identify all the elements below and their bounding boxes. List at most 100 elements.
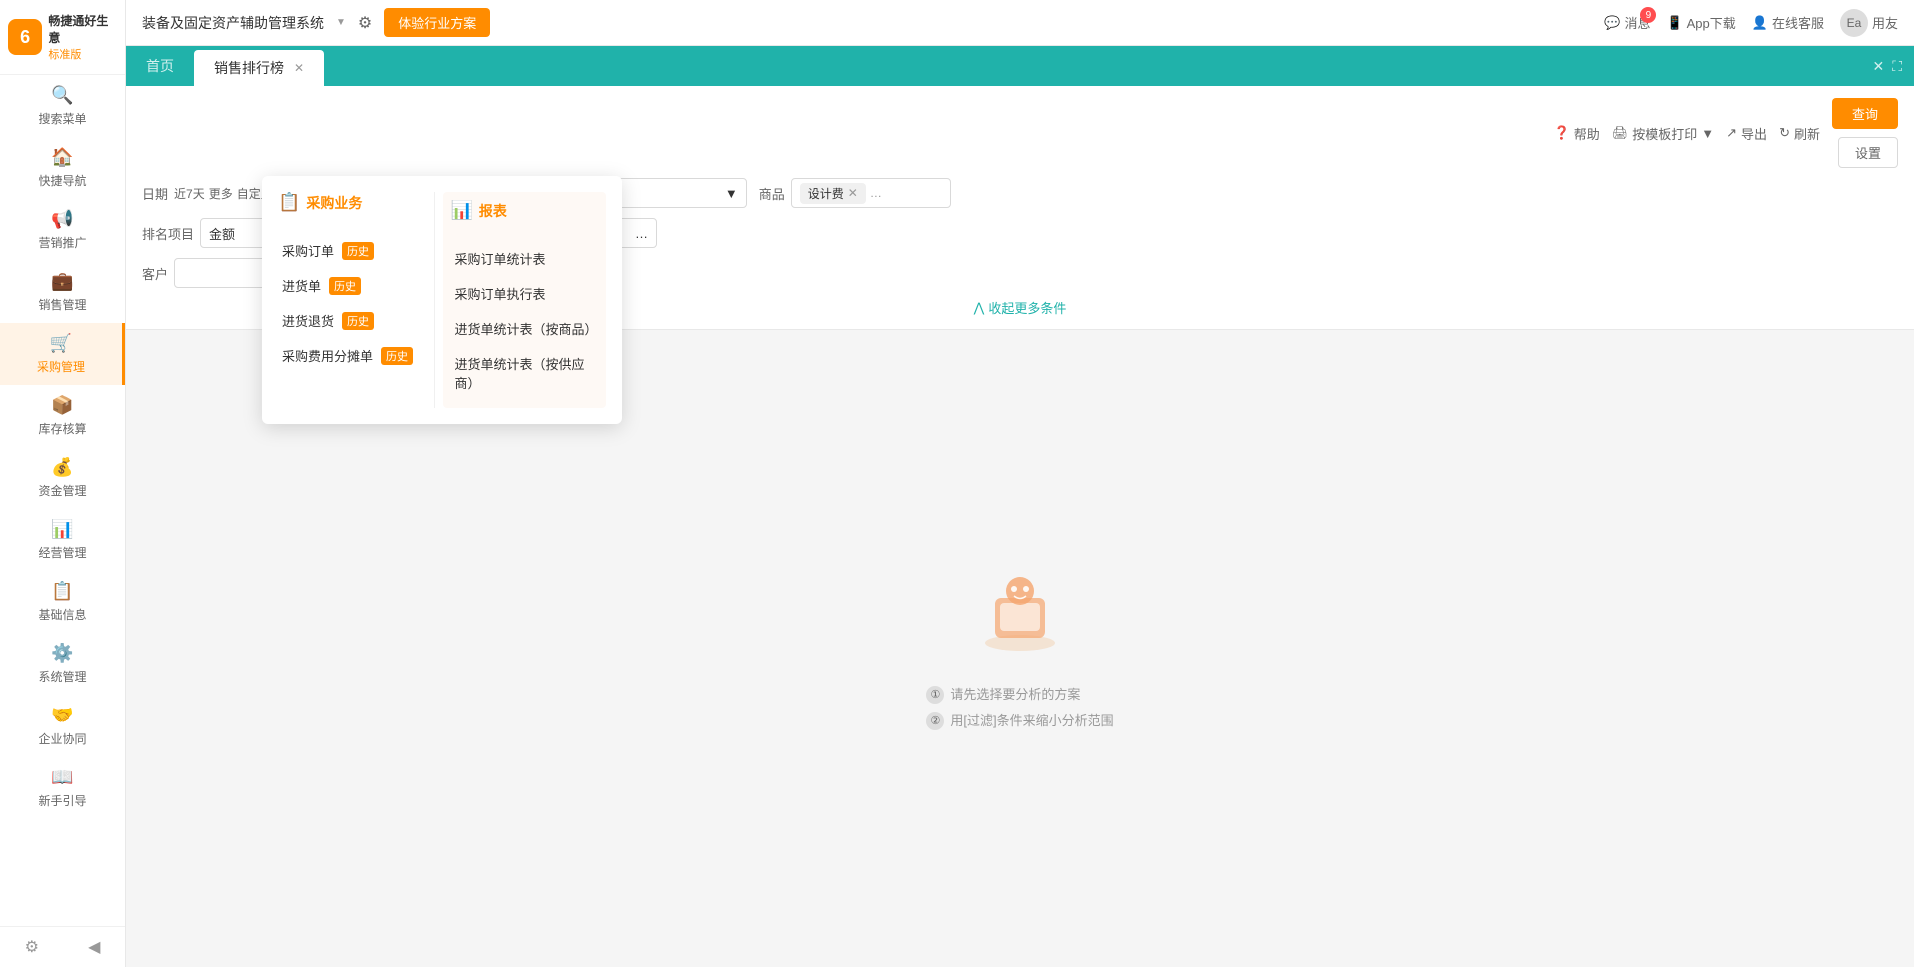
tab-close-icon[interactable]: ✕ [294,61,304,75]
phone-icon: 📱 [1666,15,1682,31]
logo-subtitle: 标准版 [48,46,117,62]
tab-maximize-area: ✕ ⛶ [1872,58,1914,75]
system-title: 装备及固定资产辅助管理系统 [142,13,324,33]
print-dropdown-icon: ▼ [1701,126,1714,141]
column-divider [434,192,435,408]
goods-more-icon: … [870,186,882,200]
user-action[interactable]: Ea 用友 [1840,9,1898,37]
close-window-icon[interactable]: ✕ [1872,58,1884,75]
report-col-icon: 📊 [451,200,473,221]
topbar-actions: 💬 消息 9 📱 App下载 👤 在线客服 Ea 用友 [1604,9,1898,37]
empty-state: ① 请先选择要分析的方案 ② 用[过滤]条件来缩小分析范围 [126,330,1914,967]
print-btn[interactable]: 🖨 按模板打印 ▼ [1612,98,1714,168]
home-icon: 🏠 [51,147,73,168]
sidebar-item-operation[interactable]: 📊 经营管理 [0,509,125,571]
sidebar-label-beginner: 新手引导 [38,792,86,809]
app-download-action[interactable]: 📱 App下载 [1666,13,1735,32]
rank-value: 金额 [209,224,235,243]
app-download-label: App下载 [1687,13,1736,32]
sidebar-label-inventory: 库存核算 [38,420,86,437]
print-icon: 🖨 [1612,125,1629,141]
dropdown-item-purchase-order-exec[interactable]: 采购订单执行表 [451,276,599,311]
refresh-icon: ↻ [1779,125,1790,141]
beginner-icon: 📖 [51,767,73,788]
dropdown-arrow-icon: ▼ [336,17,346,28]
topbar: 装备及固定资产辅助管理系统 ▼ ⚙ 体验行业方案 💬 消息 9 📱 App下载 … [126,0,1914,46]
export-btn[interactable]: ↗ 导出 [1726,98,1767,168]
help-btn[interactable]: ❓ 帮助 [1554,98,1600,168]
sidebar-item-cooperation[interactable]: 🤝 企业协同 [0,695,125,757]
message-badge: 9 [1640,7,1656,23]
empty-step-2: ② 用[过滤]条件来缩小分析范围 [926,708,1113,734]
sidebar-item-sales[interactable]: 💼 销售管理 [0,261,125,323]
sidebar-item-marketing[interactable]: 📢 营销推广 [0,199,125,261]
dropdown-item-receipt-stat-supplier[interactable]: 进货单统计表（按供应商） [451,346,599,400]
sidebar-item-system[interactable]: ⚙️ 系统管理 [0,633,125,695]
logo-area: 6 畅捷通好生意 标准版 [0,0,125,75]
user-label: 用友 [1872,13,1898,32]
history-badge-2: 历史 [342,312,374,330]
tab-sales-rank-label: 销售排行榜 [214,58,284,78]
online-service-action[interactable]: 👤 在线客服 [1752,13,1824,32]
query-button[interactable]: 查询 [1832,98,1898,129]
report-column: 📊 报表 采购订单统计表 采购订单执行表 进货单统计表（按商品） [443,192,607,408]
dropdown-columns: 📋 采购业务 采购订单 历史 进货单 历史 进货退货 [278,192,606,408]
dropdown-item-receipt-stat-goods[interactable]: 进货单统计表（按商品） [451,311,599,346]
date-quick-more[interactable]: 更多 [209,185,233,202]
bill-status-arrow: ▼ [725,186,738,201]
online-service-label: 在线客服 [1772,13,1824,32]
sales-icon: 💼 [51,271,73,292]
sidebar-item-basic-info[interactable]: 📋 基础信息 [0,571,125,633]
maximize-icon[interactable]: ⛶ [1892,58,1902,75]
refresh-btn[interactable]: ↻ 刷新 [1779,98,1820,168]
message-action[interactable]: 💬 消息 9 [1604,13,1650,32]
logo-icon: 6 [8,19,42,55]
sidebar-label-system: 系统管理 [38,668,86,685]
dropdown-item-purchase-order[interactable]: 采购订单 历史 [278,233,426,268]
help-icon: ❓ [1554,125,1570,141]
sidebar-settings-btn[interactable]: ⚙ [25,937,39,957]
cooperation-icon: 🤝 [51,705,73,726]
sidebar-collapse-btn[interactable]: ◀ [88,937,100,957]
sidebar-label-basic-info: 基础信息 [38,606,86,623]
sidebar-label-navigation: 快捷导航 [38,172,86,189]
empty-svg [970,563,1070,663]
sidebar-item-finance[interactable]: 💰 资金管理 [0,447,125,509]
sidebar-item-purchase[interactable]: 🛒 采购管理 [0,323,125,385]
tabbar: 首页 销售排行榜 ✕ ✕ ⛶ [126,46,1914,86]
search-menu-icon: 🔍 [51,85,73,106]
history-badge-1: 历史 [329,277,361,295]
sidebar-label-search: 搜索菜单 [38,110,86,127]
sidebar-item-search[interactable]: 🔍 搜索菜单 [0,75,125,137]
sidebar-item-inventory[interactable]: 📦 库存核算 [0,385,125,447]
empty-illustration [970,563,1070,666]
marketing-icon: 📢 [51,209,73,230]
system-dropdown[interactable]: ▼ [336,17,346,28]
dropdown-item-purchase-receipt[interactable]: 进货单 历史 [278,268,426,303]
collapse-arrow-icon: ⋀ [974,300,985,316]
industry-btn[interactable]: 体验行业方案 [384,8,490,37]
service-icon: 👤 [1752,15,1768,31]
sidebar-label-operation: 经营管理 [38,544,86,561]
dropdown-item-purchase-return[interactable]: 进货退货 历史 [278,303,426,338]
sidebar-item-beginner[interactable]: 📖 新手引导 [0,757,125,819]
tab-sales-rank[interactable]: 销售排行榜 ✕ [194,50,324,86]
goods-tag-close[interactable]: ✕ [848,186,858,200]
purchase-col-title: 采购业务 [306,193,362,213]
sidebar-label-cooperation: 企业协同 [38,730,86,747]
sidebar-label-purchase: 采购管理 [37,358,85,375]
goods-field: 商品 设计费 ✕ … [759,178,951,208]
purchase-column: 📋 采购业务 采购订单 历史 进货单 历史 进货退货 [278,192,426,408]
sidebar-item-navigation[interactable]: 🏠 快捷导航 [0,137,125,199]
sidebar: 6 畅捷通好生意 标准版 🔍 搜索菜单 🏠 快捷导航 📢 营销推广 💼 销售管理 [0,0,126,967]
topbar-settings-icon[interactable]: ⚙ [358,13,372,33]
user-avatar: Ea [1840,9,1868,37]
tab-home[interactable]: 首页 [126,46,194,86]
empty-step-1: ① 请先选择要分析的方案 [926,682,1113,708]
sidebar-nav: 🔍 搜索菜单 🏠 快捷导航 📢 营销推广 💼 销售管理 🛒 采购管理 📦 [0,75,125,926]
dropdown-item-purchase-expense[interactable]: 采购费用分摊单 历史 [278,338,426,373]
dropdown-item-purchase-order-stat[interactable]: 采购订单统计表 [451,241,599,276]
main-area: 装备及固定资产辅助管理系统 ▼ ⚙ 体验行业方案 💬 消息 9 📱 App下载 … [126,0,1914,967]
settings-button[interactable]: 设置 [1838,137,1898,168]
date-quick-7days[interactable]: 近7天 [174,185,205,202]
